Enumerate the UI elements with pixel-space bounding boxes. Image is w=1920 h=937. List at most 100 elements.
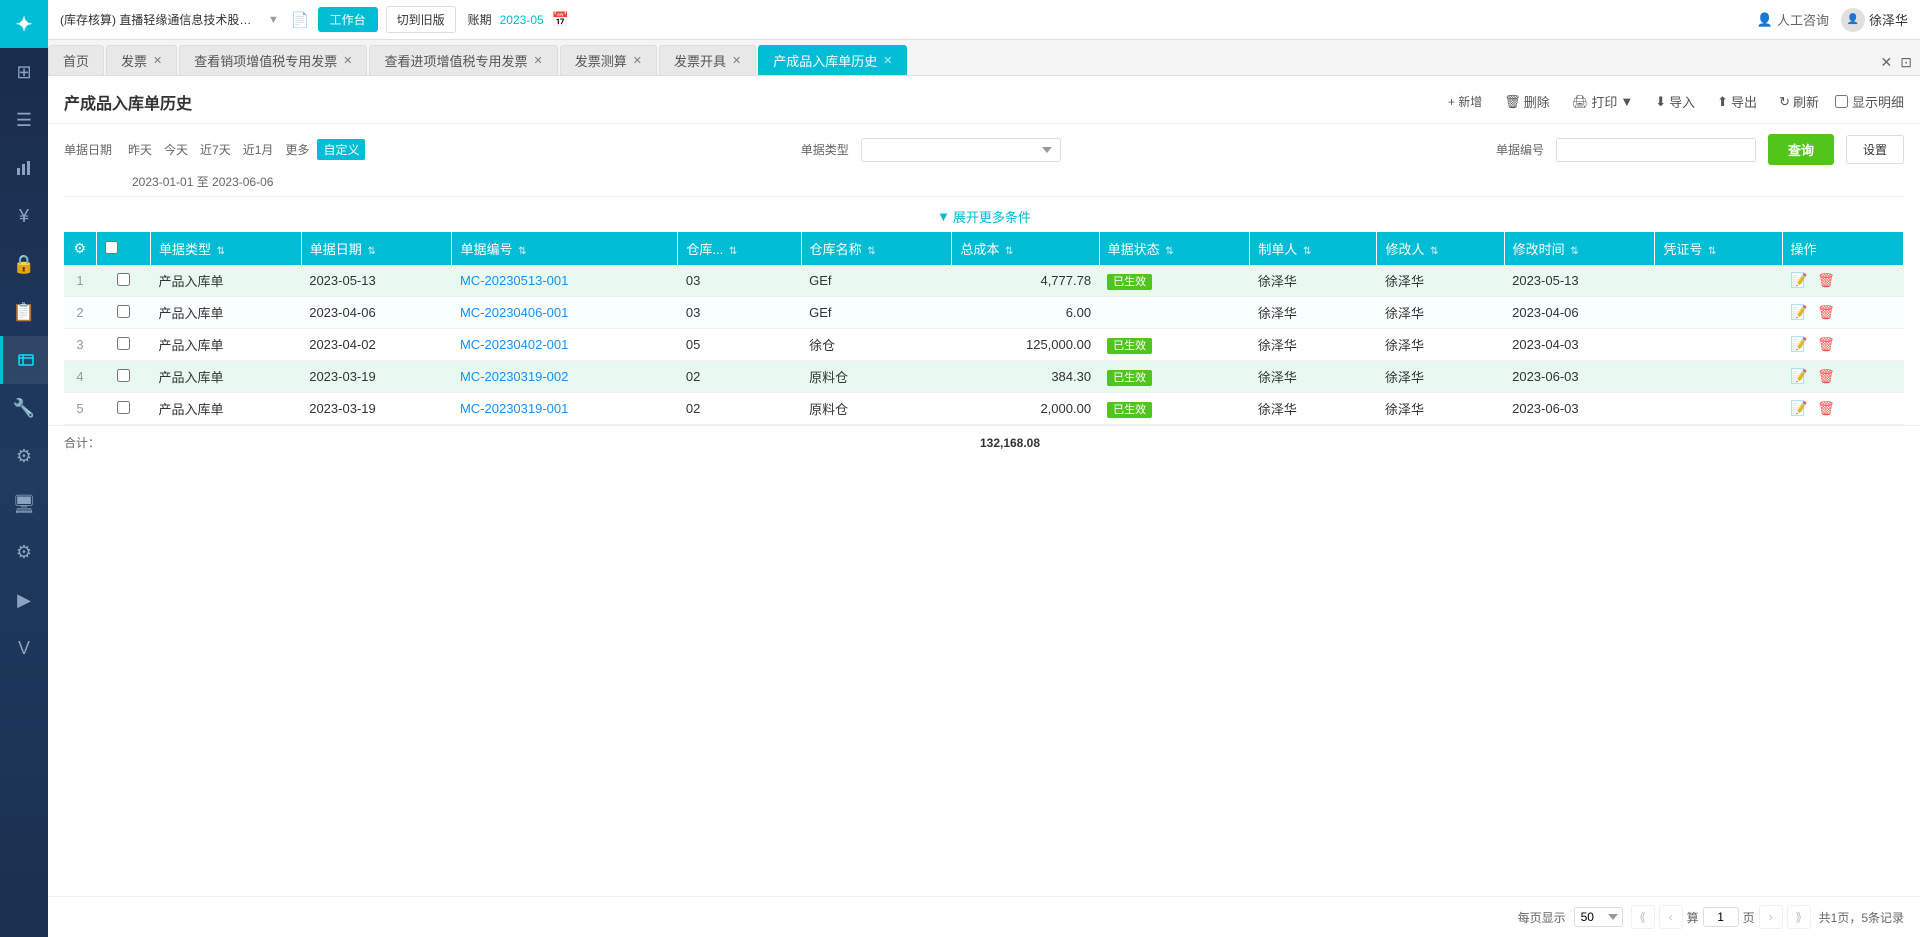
sidebar-item-play[interactable]: ▶: [0, 576, 48, 624]
workbench-button[interactable]: 工作台: [318, 7, 378, 32]
row-modify-time: 2023-05-13: [1504, 265, 1655, 297]
row-edit-icon[interactable]: 📝: [1790, 400, 1807, 416]
tab-maximize-btn[interactable]: ⊡: [1900, 54, 1912, 71]
row-edit-icon[interactable]: 📝: [1790, 336, 1807, 352]
row-creator: 徐泽华: [1250, 265, 1377, 297]
th-status[interactable]: 单据状态 ⇅: [1099, 232, 1250, 265]
sidebar-item-menu[interactable]: ☰: [0, 96, 48, 144]
tab-invoice-open[interactable]: 发票开具 ✕: [659, 45, 756, 75]
prev-page-btn[interactable]: ‹: [1659, 905, 1683, 929]
sidebar-item-reports[interactable]: 📋: [0, 288, 48, 336]
number-input[interactable]: [1556, 138, 1756, 162]
user-menu[interactable]: 👤 徐泽华: [1841, 8, 1908, 32]
delete-button[interactable]: 🗑 删除: [1498, 88, 1556, 115]
refresh-button[interactable]: ↻ 刷新: [1773, 88, 1825, 115]
table-header-row: ⚙ 单据类型 ⇅ 单据日期 ⇅ 单据编号 ⇅ 仓库... ⇅ 仓库名称 ⇅ 总成…: [64, 232, 1904, 265]
row-checkbox[interactable]: [117, 273, 130, 286]
row-delete-icon[interactable]: 🗑: [1817, 368, 1835, 384]
show-detail-checkbox[interactable]: [1835, 95, 1848, 108]
th-settings: ⚙: [64, 232, 96, 265]
tab-invoice[interactable]: 发票 ✕: [106, 45, 177, 75]
query-button[interactable]: 查询: [1768, 134, 1834, 165]
tab-invoice-calc-label: 发票测算: [575, 51, 627, 70]
tab-close-btn[interactable]: ✕: [1881, 54, 1893, 71]
settings-button[interactable]: 设置: [1846, 135, 1904, 164]
row-delete-icon[interactable]: 🗑: [1817, 272, 1835, 288]
sidebar-item-settings[interactable]: ⚙: [0, 432, 48, 480]
row-date: 2023-04-06: [301, 297, 452, 329]
row-delete-icon[interactable]: 🗑: [1817, 400, 1835, 416]
select-all-checkbox[interactable]: [105, 241, 118, 254]
shortcut-7days[interactable]: 近7天: [196, 139, 235, 160]
sidebar-item-security[interactable]: 🔒: [0, 240, 48, 288]
th-type[interactable]: 单据类型 ⇅: [150, 232, 301, 265]
sidebar-item-finance[interactable]: ¥: [0, 192, 48, 240]
import-label: 导入: [1669, 92, 1695, 111]
row-delete-icon[interactable]: 🗑: [1817, 336, 1835, 352]
row-edit-icon[interactable]: 📝: [1790, 272, 1807, 288]
th-modify-time[interactable]: 修改时间 ⇅: [1504, 232, 1655, 265]
new-button[interactable]: + 新增: [1442, 89, 1488, 114]
service-label: 人工咨询: [1777, 10, 1829, 29]
row-number-link[interactable]: MC-20230402-001: [460, 337, 568, 352]
tab-query-sales-special[interactable]: 查看销项增值税专用发票 ✕: [179, 45, 367, 75]
back-old-button[interactable]: 切到旧版: [386, 6, 456, 33]
row-number-link[interactable]: MC-20230319-002: [460, 369, 568, 384]
shortcut-custom[interactable]: 自定义: [317, 139, 365, 160]
tab-invoice-close[interactable]: ✕: [153, 54, 162, 67]
next-page-btn[interactable]: ›: [1759, 905, 1783, 929]
export-button[interactable]: ⬆ 导出: [1711, 88, 1763, 115]
tab-product-receipt-close[interactable]: ✕: [883, 54, 892, 67]
tab-query-purchase-close[interactable]: ✕: [534, 54, 543, 67]
row-edit-icon[interactable]: 📝: [1790, 304, 1807, 320]
expand-button[interactable]: ▼ 展开更多条件: [937, 207, 1031, 226]
row-checkbox[interactable]: [117, 337, 130, 350]
first-page-btn[interactable]: ⟪: [1631, 905, 1655, 929]
tab-home[interactable]: 首页: [48, 45, 104, 75]
table-row: 4 产品入库单 2023-03-19 MC-20230319-002 02 原料…: [64, 361, 1904, 393]
shortcut-more[interactable]: 更多: [281, 139, 313, 160]
th-creator[interactable]: 制单人 ⇅: [1250, 232, 1377, 265]
tab-query-purchase-special[interactable]: 查看进项增值税专用发票 ✕: [369, 45, 557, 75]
tab-product-receipt-history[interactable]: 产成品入库单历史 ✕: [758, 45, 907, 75]
row-edit-icon[interactable]: 📝: [1790, 368, 1807, 384]
sidebar-item-inventory[interactable]: [0, 336, 48, 384]
th-number[interactable]: 单据编号 ⇅: [452, 232, 678, 265]
shortcut-today[interactable]: 今天: [160, 139, 192, 160]
page-input[interactable]: [1703, 907, 1739, 927]
print-button[interactable]: 🖨 打印 ▼: [1566, 88, 1639, 115]
th-voucher[interactable]: 凭证号 ⇅: [1655, 232, 1782, 265]
sidebar-item-version[interactable]: V: [0, 624, 48, 672]
row-checkbox[interactable]: [117, 401, 130, 414]
row-number-link[interactable]: MC-20230513-001: [460, 273, 568, 288]
th-warehouse-name[interactable]: 仓库名称 ⇅: [801, 232, 952, 265]
page-size-select[interactable]: 20 50 100: [1574, 907, 1623, 927]
sidebar-item-config[interactable]: ⚙: [0, 528, 48, 576]
last-page-btn[interactable]: ⟫: [1787, 905, 1811, 929]
import-button[interactable]: ⬇ 导入: [1649, 88, 1701, 115]
shortcut-yesterday[interactable]: 昨天: [124, 139, 156, 160]
row-number-link[interactable]: MC-20230319-001: [460, 401, 568, 416]
sidebar-item-tools[interactable]: 🔧: [0, 384, 48, 432]
tab-invoice-open-close[interactable]: ✕: [732, 54, 741, 67]
sidebar-item-analytics[interactable]: [0, 144, 48, 192]
tab-query-sales-close[interactable]: ✕: [343, 54, 352, 67]
row-checkbox[interactable]: [117, 369, 130, 382]
column-settings-icon[interactable]: ⚙: [73, 240, 86, 256]
th-modifier[interactable]: 修改人 ⇅: [1377, 232, 1504, 265]
calendar-icon[interactable]: 📅: [552, 11, 569, 28]
service-button[interactable]: 👤 人工咨询: [1757, 10, 1829, 29]
th-date[interactable]: 单据日期 ⇅: [301, 232, 452, 265]
sidebar-item-monitor[interactable]: 🖥: [0, 480, 48, 528]
shortcut-1month[interactable]: 近1月: [239, 139, 278, 160]
tab-invoice-calc-close[interactable]: ✕: [633, 54, 642, 67]
th-warehouse-code[interactable]: 仓库... ⇅: [678, 232, 801, 265]
row-delete-icon[interactable]: 🗑: [1817, 304, 1835, 320]
row-warehouse-code: 02: [678, 393, 801, 425]
th-total-cost[interactable]: 总成本 ⇅: [952, 232, 1099, 265]
tab-invoice-calc[interactable]: 发票测算 ✕: [560, 45, 657, 75]
row-checkbox[interactable]: [117, 305, 130, 318]
row-number-link[interactable]: MC-20230406-001: [460, 305, 568, 320]
sidebar-item-dashboard[interactable]: ⊞: [0, 48, 48, 96]
type-select[interactable]: 产品入库单: [861, 138, 1061, 162]
